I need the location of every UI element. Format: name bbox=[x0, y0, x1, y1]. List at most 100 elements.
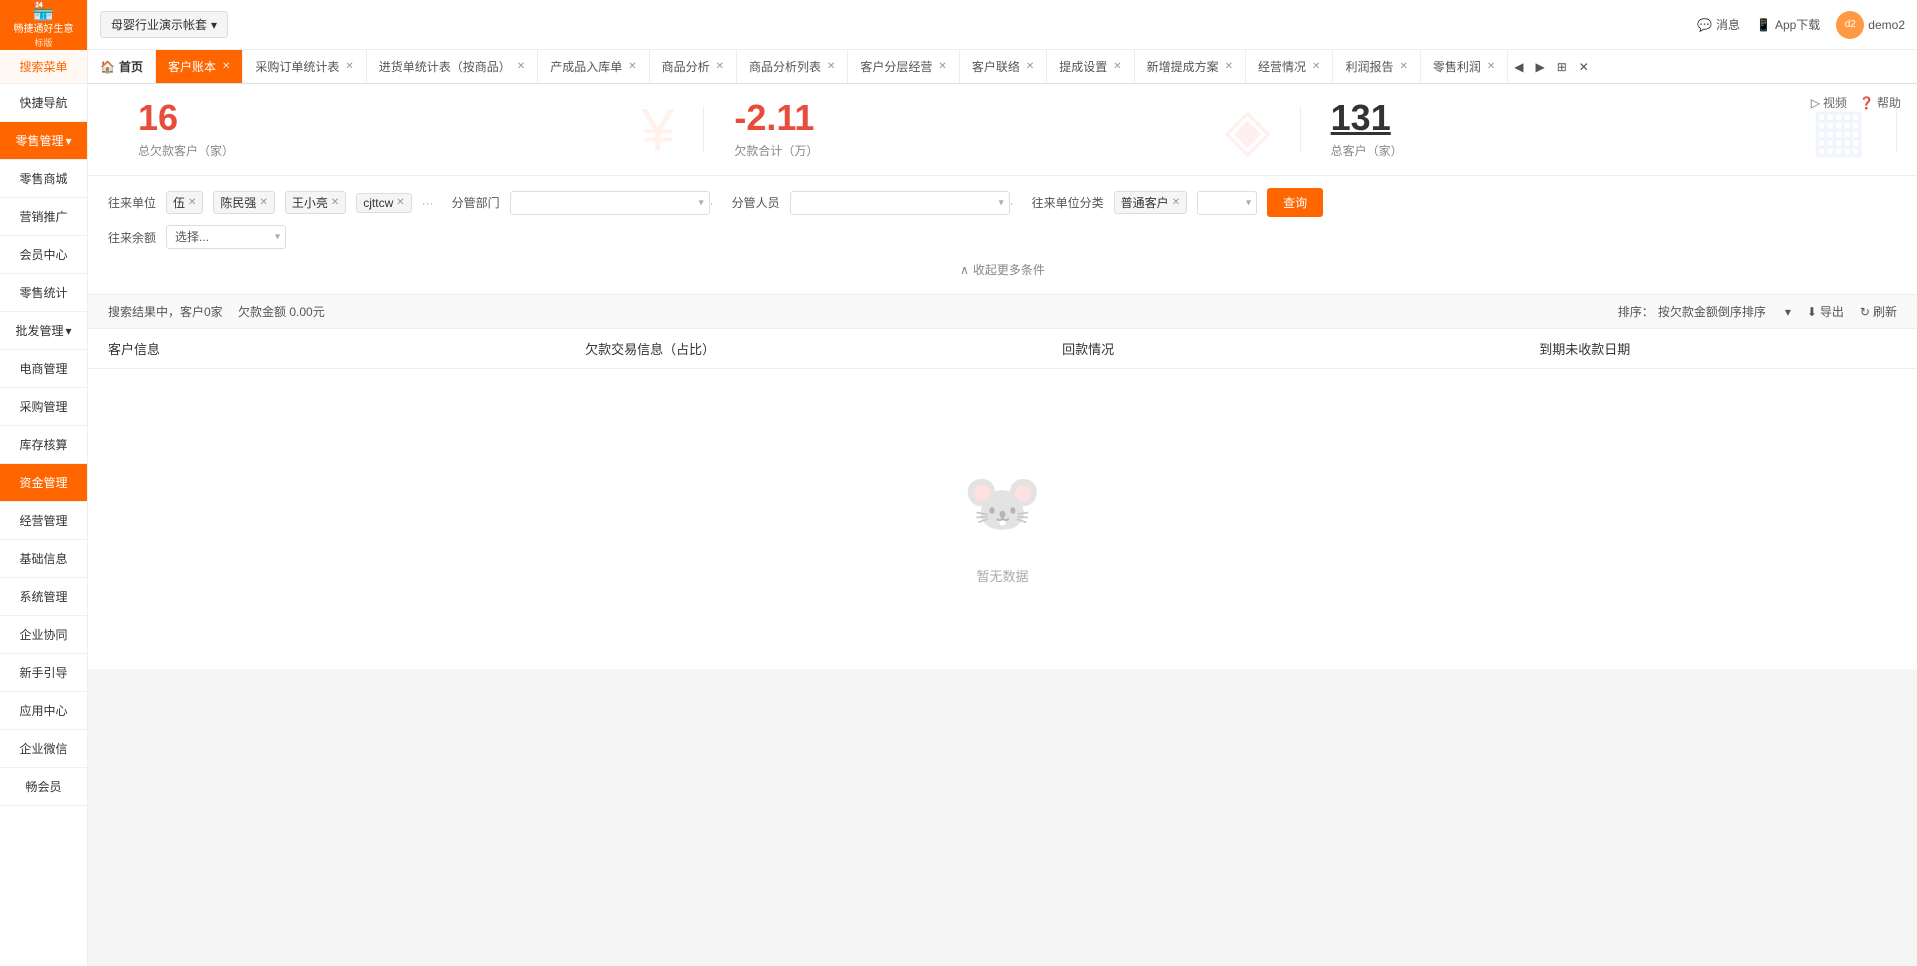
sidebar-item-guide[interactable]: 新手引导 bbox=[0, 654, 87, 692]
stat-label-customers: 总客户（家） bbox=[1331, 142, 1403, 159]
tab-close-all-btn[interactable]: ✕ bbox=[1573, 52, 1595, 82]
query-button[interactable]: 查询 bbox=[1267, 188, 1323, 217]
col-debt-info: 欠款交易信息（占比） bbox=[585, 339, 1062, 358]
tab-product-analysis-list[interactable]: 商品分析列表 ✕ bbox=[737, 50, 848, 83]
chevron-down-icon: ▾ bbox=[211, 18, 217, 32]
person-filter-label: 分管人员 bbox=[732, 194, 780, 211]
col-repayment: 回款情况 bbox=[1062, 339, 1539, 358]
tab-close-icon[interactable]: ✕ bbox=[1399, 61, 1407, 72]
tab-close-icon[interactable]: ✕ bbox=[827, 61, 835, 72]
filter-row-2: 往来余额 选择... bbox=[108, 225, 1897, 249]
category-select[interactable] bbox=[1197, 191, 1257, 215]
remove-tag-chen[interactable]: ✕ bbox=[259, 197, 267, 208]
sidebar-item-marketing[interactable]: 营销推广 bbox=[0, 198, 87, 236]
sidebar-item-members[interactable]: 会员中心 bbox=[0, 236, 87, 274]
sort-select[interactable]: 按欠款金额倒序排序 bbox=[1658, 305, 1781, 319]
sidebar-item-vip[interactable]: 畅会员 bbox=[0, 768, 87, 806]
tab-close-icon[interactable]: ✕ bbox=[716, 61, 724, 72]
tab-retail-profit[interactable]: 零售利润 ✕ bbox=[1421, 50, 1508, 83]
tab-expand-btn[interactable]: ⊞ bbox=[1551, 52, 1573, 82]
tab-nav-next[interactable]: ▶ bbox=[1529, 52, 1550, 82]
tab-close-icon[interactable]: ✕ bbox=[1225, 61, 1233, 72]
dept-select[interactable] bbox=[510, 191, 710, 215]
empty-illustration bbox=[953, 454, 1053, 554]
account-name: 母婴行业演示帐套 bbox=[111, 16, 207, 33]
message-btn[interactable]: 💬 消息 bbox=[1697, 16, 1740, 33]
tab-close-icon[interactable]: ✕ bbox=[222, 61, 230, 72]
tab-add-commission[interactable]: 新增提成方案 ✕ bbox=[1135, 50, 1246, 83]
tab-close-icon[interactable]: ✕ bbox=[1113, 61, 1121, 72]
sidebar-item-system[interactable]: 系统管理 bbox=[0, 578, 87, 616]
tab-home[interactable]: 🏠 首页 bbox=[88, 50, 156, 83]
collapse-button[interactable]: ∧ 收起更多条件 bbox=[108, 257, 1897, 282]
remove-tag-wang[interactable]: ✕ bbox=[331, 197, 339, 208]
tab-close-icon[interactable]: ✕ bbox=[1026, 61, 1034, 72]
tab-profit-report[interactable]: 利润报告 ✕ bbox=[1333, 50, 1420, 83]
filter-area: 往来单位 伍 ✕ 陈民强 ✕ 王小亮 ✕ cjttcw ✕ ··· bbox=[88, 176, 1917, 295]
video-link[interactable]: ▷ 视频 bbox=[1811, 94, 1847, 111]
sidebar-item-quick-nav[interactable]: 快捷导航 bbox=[0, 84, 87, 122]
home-icon: 🏠 bbox=[100, 60, 115, 74]
filter-tag-wu[interactable]: 伍 ✕ bbox=[166, 191, 203, 214]
download-icon: 📱 bbox=[1756, 18, 1771, 32]
remove-tag-normal[interactable]: ✕ bbox=[1172, 197, 1180, 208]
tab-close-icon[interactable]: ✕ bbox=[1312, 61, 1320, 72]
filter-tag-chen[interactable]: 陈民强 ✕ bbox=[213, 191, 274, 214]
sidebar-item-retail[interactable]: 零售管理 ▾ bbox=[0, 122, 87, 160]
user-area[interactable]: d2 demo2 bbox=[1836, 11, 1905, 39]
sidebar-item-purchase[interactable]: 采购管理 bbox=[0, 388, 87, 426]
sidebar-item-operation[interactable]: 经营管理 bbox=[0, 502, 87, 540]
help-link[interactable]: ❓ 帮助 bbox=[1859, 94, 1901, 111]
logo-text: 畅捷通好生意 bbox=[14, 24, 74, 36]
play-icon: ▷ bbox=[1811, 96, 1820, 110]
tab-close-icon[interactable]: ✕ bbox=[1487, 61, 1495, 72]
app-logo: 🏪 畅捷通好生意 标版 bbox=[0, 0, 87, 50]
header-right: 💬 消息 📱 App下载 d2 demo2 bbox=[1697, 11, 1905, 39]
tab-close-icon[interactable]: ✕ bbox=[345, 61, 353, 72]
sidebar-item-basic-info[interactable]: 基础信息 bbox=[0, 540, 87, 578]
tab-commission-settings[interactable]: 提成设置 ✕ bbox=[1047, 50, 1134, 83]
col-due-date: 到期未收款日期 bbox=[1539, 339, 1897, 358]
app-download-btn[interactable]: 📱 App下载 bbox=[1756, 16, 1820, 33]
sidebar-item-wholesale[interactable]: 批发管理 ▾ bbox=[0, 312, 87, 350]
tab-close-icon[interactable]: ✕ bbox=[628, 61, 636, 72]
sidebar-item-finance[interactable]: 资金管理 bbox=[0, 464, 87, 502]
tab-nav-prev[interactable]: ◀ bbox=[1508, 52, 1529, 82]
tab-close-icon[interactable]: ✕ bbox=[517, 61, 525, 72]
sidebar-item-retail-mall[interactable]: 零售商城 bbox=[0, 160, 87, 198]
person-select[interactable] bbox=[790, 191, 1010, 215]
more-tags-btn[interactable]: ··· bbox=[422, 196, 434, 210]
sidebar-item-inventory[interactable]: 库存核算 bbox=[0, 426, 87, 464]
logo-sub: 标版 bbox=[34, 36, 52, 49]
stat-label-debt: 欠款合计（万） bbox=[734, 142, 818, 159]
tab-inbound-stats[interactable]: 进货单统计表（按商品） ✕ bbox=[367, 50, 538, 83]
remove-tag-cjttcw[interactable]: ✕ bbox=[396, 197, 404, 208]
filter-tag-normal-customer[interactable]: 普通客户 ✕ bbox=[1114, 191, 1187, 214]
account-dropdown[interactable]: 母婴行业演示帐套 ▾ bbox=[100, 11, 228, 38]
chevron-up-icon: ∧ bbox=[960, 263, 969, 277]
balance-select[interactable]: 选择... bbox=[166, 225, 286, 249]
table-header: 客户信息 欠款交易信息（占比） 回款情况 到期未收款日期 bbox=[88, 329, 1917, 369]
tab-customer-tier[interactable]: 客户分层经营 ✕ bbox=[848, 50, 959, 83]
tab-close-icon[interactable]: ✕ bbox=[938, 61, 946, 72]
stat-total-customers: ▦ 131 总客户（家） bbox=[1301, 100, 1897, 159]
remove-tag-wu[interactable]: ✕ bbox=[188, 197, 196, 208]
tab-customer-account[interactable]: 客户账本 ✕ bbox=[156, 50, 243, 83]
tab-purchase-order[interactable]: 采购订单统计表 ✕ bbox=[243, 50, 366, 83]
tab-product-inbound[interactable]: 产成品入库单 ✕ bbox=[538, 50, 649, 83]
help-icon: ❓ bbox=[1859, 96, 1874, 110]
tab-customer-contact[interactable]: 客户联络 ✕ bbox=[960, 50, 1047, 83]
sidebar-item-wechat[interactable]: 企业微信 bbox=[0, 730, 87, 768]
export-btn[interactable]: ⬇ 导出 bbox=[1807, 303, 1844, 320]
sidebar-item-ecommerce[interactable]: 电商管理 bbox=[0, 350, 87, 388]
sidebar-item-search[interactable]: 搜索菜单 bbox=[0, 50, 87, 84]
stat-debtors: ¥ 16 总欠款客户（家） bbox=[108, 100, 704, 159]
refresh-btn[interactable]: ↻ 刷新 bbox=[1860, 303, 1897, 320]
tab-product-analysis[interactable]: 商品分析 ✕ bbox=[650, 50, 737, 83]
filter-tag-cjttcw[interactable]: cjttcw ✕ bbox=[356, 193, 411, 213]
sidebar-item-app-center[interactable]: 应用中心 bbox=[0, 692, 87, 730]
sidebar-item-retail-stats[interactable]: 零售统计 bbox=[0, 274, 87, 312]
tab-business-status[interactable]: 经营情况 ✕ bbox=[1246, 50, 1333, 83]
sidebar-item-enterprise[interactable]: 企业协同 bbox=[0, 616, 87, 654]
filter-tag-wang[interactable]: 王小亮 ✕ bbox=[285, 191, 346, 214]
